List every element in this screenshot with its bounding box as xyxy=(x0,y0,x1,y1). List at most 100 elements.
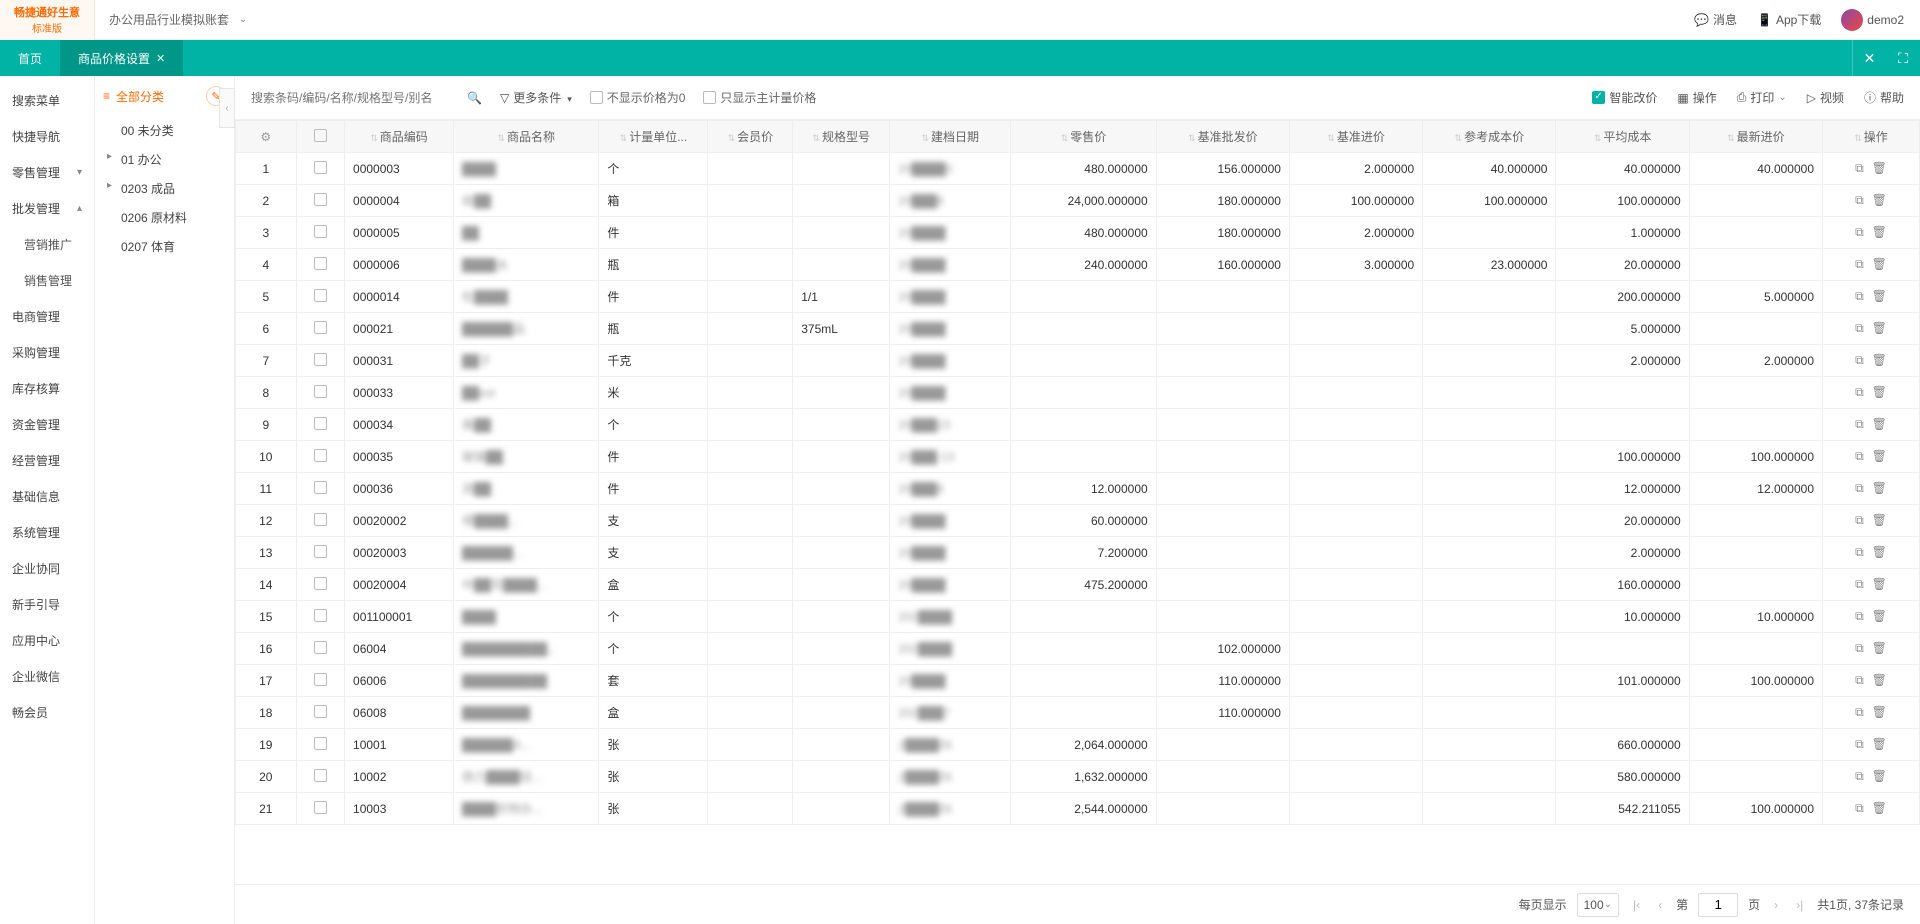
copy-icon[interactable]: ⧉ xyxy=(1855,225,1864,240)
sidebar-item[interactable]: 基础信息 xyxy=(0,478,94,514)
delete-icon[interactable]: 🗑 xyxy=(1872,609,1887,624)
delete-icon[interactable]: 🗑 xyxy=(1872,577,1887,592)
copy-icon[interactable]: ⧉ xyxy=(1855,289,1864,304)
row-checkbox[interactable] xyxy=(314,545,327,558)
delete-icon[interactable]: 🗑 xyxy=(1872,513,1887,528)
tree-item[interactable]: 00 未分类 xyxy=(103,116,226,145)
sidebar-item[interactable]: 畅会员 xyxy=(0,694,94,730)
search-input[interactable] xyxy=(251,91,461,105)
sidebar-item[interactable]: 电商管理 xyxy=(0,298,94,334)
row-checkbox[interactable] xyxy=(314,193,327,206)
sidebar-item[interactable]: 企业协同 xyxy=(0,550,94,586)
copy-icon[interactable]: ⧉ xyxy=(1855,417,1864,432)
row-checkbox[interactable] xyxy=(314,481,327,494)
delete-icon[interactable]: 🗑 xyxy=(1872,705,1887,720)
row-checkbox[interactable] xyxy=(314,577,327,590)
table-row[interactable]: 10000003████个20████0480.000000156.000000… xyxy=(236,153,1920,185)
sidebar-item[interactable]: 新手引导 xyxy=(0,586,94,622)
table-row[interactable]: 20000004收██箱20███824,000.000000180.00000… xyxy=(236,185,1920,217)
user-menu[interactable]: demo2 xyxy=(1841,9,1904,31)
delete-icon[interactable]: 🗑 xyxy=(1872,385,1887,400)
copy-icon[interactable]: ⧉ xyxy=(1855,513,1864,528)
row-checkbox[interactable] xyxy=(314,705,327,718)
more-filters-button[interactable]: ▽更多条件 xyxy=(500,89,572,106)
sidebar-item[interactable]: 应用中心 xyxy=(0,622,94,658)
table-row[interactable]: 40000006████水瓶20████240.000000160.000000… xyxy=(236,249,1920,281)
tab-price-settings[interactable]: 商品价格设置✕ xyxy=(60,40,183,76)
delete-icon[interactable]: 🗑 xyxy=(1872,801,1887,816)
table-row[interactable]: 7000031██子千克20████2.0000002.000000⧉🗑 xyxy=(236,345,1920,377)
copy-icon[interactable]: ⧉ xyxy=(1855,481,1864,496)
delete-icon[interactable]: 🗑 xyxy=(1872,641,1887,656)
table-row[interactable]: 15001100001████个202████10.00000010.00000… xyxy=(236,601,1920,633)
table-row[interactable]: 6000021██████品瓶375mL20████5.000000⧉🗑 xyxy=(236,313,1920,345)
row-checkbox[interactable] xyxy=(314,257,327,270)
row-checkbox[interactable] xyxy=(314,321,327,334)
delete-icon[interactable]: 🗑 xyxy=(1872,481,1887,496)
copy-icon[interactable]: ⧉ xyxy=(1855,705,1864,720)
row-checkbox[interactable] xyxy=(314,801,327,814)
sidebar-item[interactable]: 采购管理 xyxy=(0,334,94,370)
close-icon[interactable]: ✕ xyxy=(156,52,165,65)
messages-button[interactable]: 💬消息 xyxy=(1694,11,1737,28)
column-header[interactable]: ⇅基准进价 xyxy=(1289,121,1422,153)
copy-icon[interactable]: ⧉ xyxy=(1855,737,1864,752)
column-header[interactable]: ⇅操作 xyxy=(1823,121,1920,153)
row-checkbox[interactable] xyxy=(314,769,327,782)
delete-icon[interactable]: 🗑 xyxy=(1872,769,1887,784)
sidebar-item[interactable]: 搜索菜单 xyxy=(0,82,94,118)
delete-icon[interactable]: 🗑 xyxy=(1872,673,1887,688)
help-button[interactable]: ⓘ帮助 xyxy=(1864,89,1904,106)
delete-icon[interactable]: 🗑 xyxy=(1872,321,1887,336)
copy-icon[interactable]: ⧉ xyxy=(1855,193,1864,208)
copy-icon[interactable]: ⧉ xyxy=(1855,257,1864,272)
sidebar-item[interactable]: 资金管理 xyxy=(0,406,94,442)
next-page-button[interactable]: › xyxy=(1770,898,1782,912)
delete-icon[interactable]: 🗑 xyxy=(1872,289,1887,304)
table-row[interactable]: 11000036测██件20███812.00000012.00000012.0… xyxy=(236,473,1920,505)
sidebar-item[interactable]: 系统管理 xyxy=(0,514,94,550)
table-row[interactable]: 2010002扬力████培...张2████051,632.000000580… xyxy=(236,761,1920,793)
copy-icon[interactable]: ⧉ xyxy=(1855,801,1864,816)
fullscreen-button[interactable]: ⛶ xyxy=(1886,40,1920,76)
column-header[interactable]: ⇅规格型号 xyxy=(793,121,890,153)
delete-icon[interactable]: 🗑 xyxy=(1872,737,1887,752)
account-selector[interactable]: 办公用品行业模拟账套 ⌄ xyxy=(95,11,261,28)
sidebar-subitem[interactable]: 销售管理 xyxy=(0,262,94,298)
table-row[interactable]: 1200020002得████...支20████60.00000020.000… xyxy=(236,505,1920,537)
sidebar-item[interactable]: 经营管理 xyxy=(0,442,94,478)
delete-icon[interactable]: 🗑 xyxy=(1872,225,1887,240)
column-header[interactable]: ⇅最新进价 xyxy=(1689,121,1822,153)
table-row[interactable]: 30000005██件20████480.000000180.0000002.0… xyxy=(236,217,1920,249)
table-row[interactable]: 2110003████折特办...张2████052,544.000000542… xyxy=(236,793,1920,825)
column-header[interactable]: ⇅会员价 xyxy=(708,121,793,153)
smart-price-button[interactable]: 智能改价 xyxy=(1592,89,1657,106)
table-row[interactable]: 9000034奥██个20███23⧉🗑 xyxy=(236,409,1920,441)
table-row[interactable]: 1806008████████盒202███7110.000000⧉🗑 xyxy=(236,697,1920,729)
copy-icon[interactable]: ⧉ xyxy=(1855,769,1864,784)
gear-icon[interactable]: ⚙ xyxy=(260,130,271,144)
print-button[interactable]: ⎙打印⌄ xyxy=(1737,89,1787,106)
only-main-checkbox[interactable]: 只显示主计量价格 xyxy=(703,89,816,106)
page-input[interactable] xyxy=(1698,893,1738,917)
last-page-button[interactable]: ›| xyxy=(1792,898,1807,912)
collapse-tree-button[interactable]: ‹ xyxy=(219,88,235,128)
copy-icon[interactable]: ⧉ xyxy=(1855,545,1864,560)
tab-home[interactable]: 首页 xyxy=(0,40,60,76)
table-row[interactable]: 8000033██est米20████⧉🗑 xyxy=(236,377,1920,409)
row-checkbox[interactable] xyxy=(314,449,327,462)
delete-icon[interactable]: 🗑 xyxy=(1872,193,1887,208)
copy-icon[interactable]: ⧉ xyxy=(1855,385,1864,400)
table-scroll[interactable]: ⚙⇅商品编码⇅商品名称⇅计量单位...⇅会员价⇅规格型号⇅建档日期⇅零售价⇅基准… xyxy=(235,120,1920,884)
sidebar-item[interactable]: 企业微信 xyxy=(0,658,94,694)
first-page-button[interactable]: |‹ xyxy=(1629,898,1644,912)
prev-page-button[interactable]: ‹ xyxy=(1654,898,1666,912)
delete-icon[interactable]: 🗑 xyxy=(1872,257,1887,272)
row-checkbox[interactable] xyxy=(314,417,327,430)
sidebar-subitem[interactable]: 营销推广 xyxy=(0,226,94,262)
perpage-select[interactable]: 100 ⌄ xyxy=(1577,893,1619,917)
row-checkbox[interactable] xyxy=(314,609,327,622)
sidebar-item[interactable]: 零售管理▾ xyxy=(0,154,94,190)
select-all-checkbox[interactable] xyxy=(314,129,327,142)
row-checkbox[interactable] xyxy=(314,289,327,302)
